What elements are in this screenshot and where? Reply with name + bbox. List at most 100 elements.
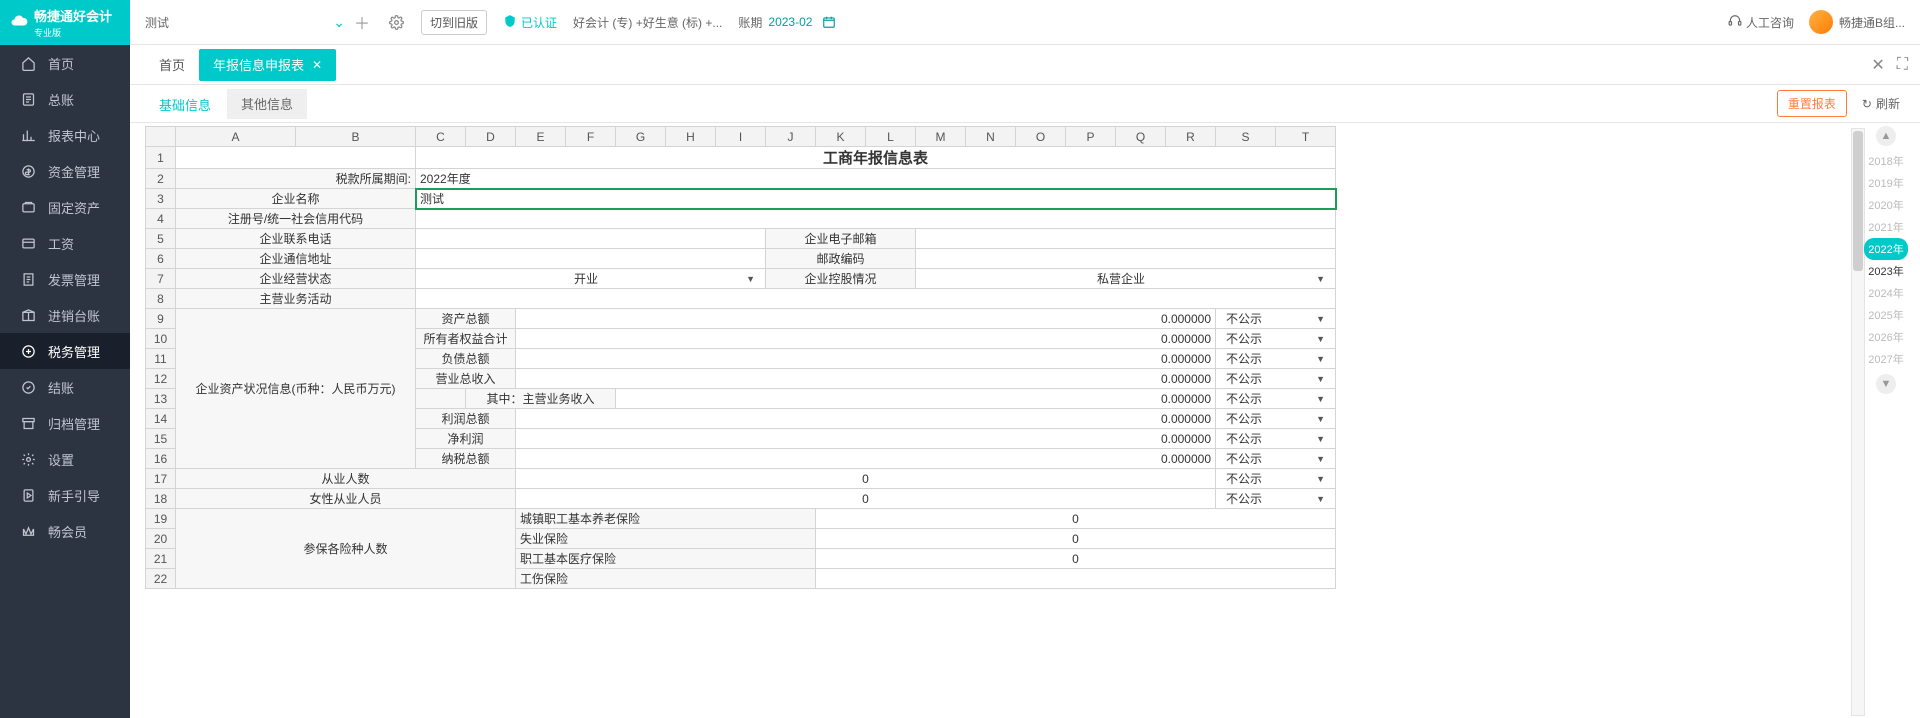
subtab-other[interactable]: 其他信息	[227, 89, 307, 119]
gear-icon[interactable]	[382, 8, 410, 36]
column-header[interactable]: F	[566, 127, 616, 147]
column-header[interactable]: H	[666, 127, 716, 147]
dropdown-cell[interactable]: 不公示▼	[1216, 309, 1336, 329]
cell[interactable]: 负债总额	[416, 349, 516, 369]
sidebar-item-asset[interactable]: 固定资产	[0, 189, 130, 225]
year-up-icon[interactable]: ▲	[1876, 126, 1896, 146]
cell[interactable]: 0.000000	[516, 349, 1216, 369]
year-2022年[interactable]: 2022年	[1864, 238, 1907, 260]
cell[interactable]	[416, 389, 466, 409]
row-header[interactable]: 7	[146, 269, 176, 289]
column-header[interactable]: L	[866, 127, 916, 147]
sidebar-item-tax[interactable]: 税务管理	[0, 333, 130, 369]
row-header[interactable]: 21	[146, 549, 176, 569]
cell[interactable]: 0.000000	[516, 329, 1216, 349]
sidebar-item-fund[interactable]: 资金管理	[0, 153, 130, 189]
cell[interactable]: 女性从业人员	[176, 489, 516, 509]
cell[interactable]: 0.000000	[616, 389, 1216, 409]
row-header[interactable]: 14	[146, 409, 176, 429]
sidebar-item-inventory[interactable]: 进销台账	[0, 297, 130, 333]
year-2023年[interactable]: 2023年	[1864, 260, 1907, 282]
row-header[interactable]: 5	[146, 229, 176, 249]
cell[interactable]	[416, 289, 1336, 309]
row-header[interactable]: 18	[146, 489, 176, 509]
cell[interactable]	[916, 249, 1336, 269]
chevron-down-icon[interactable]: ▼	[1316, 394, 1325, 404]
chevron-down-icon[interactable]: ▼	[1316, 494, 1325, 504]
dropdown-cell[interactable]: 不公示▼	[1216, 469, 1336, 489]
cell[interactable]	[176, 147, 416, 169]
user-menu[interactable]: 畅捷通B组...	[1809, 10, 1905, 34]
calendar-icon[interactable]	[815, 8, 843, 36]
column-header[interactable]: G	[616, 127, 666, 147]
dropdown-cell[interactable]: 私营企业▼	[916, 269, 1336, 289]
vertical-scrollbar[interactable]	[1851, 128, 1865, 716]
chevron-down-icon[interactable]: ▼	[1316, 334, 1325, 344]
cell[interactable]: 邮政编码	[766, 249, 916, 269]
add-icon[interactable]: ＋	[348, 8, 376, 36]
row-header[interactable]: 3	[146, 189, 176, 209]
row-header[interactable]: 19	[146, 509, 176, 529]
year-2027年[interactable]: 2027年	[1864, 348, 1907, 370]
chevron-down-icon[interactable]: ▼	[1316, 374, 1325, 384]
scrollbar-thumb[interactable]	[1853, 131, 1863, 271]
cell[interactable]: 0	[816, 509, 1336, 529]
cell[interactable]: 企业电子邮箱	[766, 229, 916, 249]
company-selector[interactable]: 测试 ⌄	[145, 8, 345, 36]
chevron-down-icon[interactable]: ▼	[1316, 274, 1325, 284]
cell[interactable]: 工伤保险	[516, 569, 816, 589]
dropdown-cell[interactable]: 不公示▼	[1216, 329, 1336, 349]
cell[interactable]: 失业保险	[516, 529, 816, 549]
cell[interactable]: 企业通信地址	[176, 249, 416, 269]
row-header[interactable]: 1	[146, 147, 176, 169]
row-header[interactable]: 15	[146, 429, 176, 449]
year-2020年[interactable]: 2020年	[1864, 194, 1907, 216]
support-link[interactable]: 人工咨询	[1728, 14, 1794, 31]
cell[interactable]: 纳税总额	[416, 449, 516, 469]
cell[interactable]: 企业名称	[176, 189, 416, 209]
cell[interactable]: 职工基本医疗保险	[516, 549, 816, 569]
cell[interactable]: 所有者权益合计	[416, 329, 516, 349]
cell[interactable]: 企业资产状况信息(币种：人民币万元)	[176, 309, 416, 469]
chevron-down-icon[interactable]: ▼	[1316, 414, 1325, 424]
row-header[interactable]: 22	[146, 569, 176, 589]
row-header[interactable]: 16	[146, 449, 176, 469]
cell[interactable]: 营业总收入	[416, 369, 516, 389]
sidebar-item-salary[interactable]: 工资	[0, 225, 130, 261]
column-header[interactable]: Q	[1116, 127, 1166, 147]
column-header[interactable]: P	[1066, 127, 1116, 147]
column-header[interactable]: A	[176, 127, 296, 147]
chevron-down-icon[interactable]: ▼	[1316, 474, 1325, 484]
column-header[interactable]: E	[516, 127, 566, 147]
brand-logo[interactable]: 畅捷通好会计 专业版	[0, 0, 130, 45]
close-icon[interactable]: ✕	[312, 58, 322, 72]
column-header[interactable]: C	[416, 127, 466, 147]
sidebar-item-ledger[interactable]: 总账	[0, 81, 130, 117]
cell[interactable]: 参保各险种人数	[176, 509, 516, 589]
fullscreen-icon[interactable]: ⛶	[1897, 56, 1908, 74]
chevron-down-icon[interactable]: ▼	[1316, 454, 1325, 464]
cell[interactable]: 企业控股情况	[766, 269, 916, 289]
row-header[interactable]: 10	[146, 329, 176, 349]
row-header[interactable]: 20	[146, 529, 176, 549]
cell[interactable]: 净利润	[416, 429, 516, 449]
cell[interactable]: 0	[516, 489, 1216, 509]
year-2026年[interactable]: 2026年	[1864, 326, 1907, 348]
chevron-down-icon[interactable]: ▼	[1316, 314, 1325, 324]
sidebar-item-settings[interactable]: 设置	[0, 441, 130, 477]
row-header[interactable]: 11	[146, 349, 176, 369]
sidebar-item-archive[interactable]: 归档管理	[0, 405, 130, 441]
spreadsheet[interactable]: ABCDEFGHIJKLMNOPQRST1工商年报信息表2税款所属期间:2022…	[145, 126, 1860, 718]
sidebar-item-home[interactable]: 首页	[0, 45, 130, 81]
dropdown-cell[interactable]: 不公示▼	[1216, 449, 1336, 469]
dropdown-cell[interactable]: 不公示▼	[1216, 389, 1336, 409]
cell[interactable]: 资产总额	[416, 309, 516, 329]
cell[interactable]: 0	[816, 529, 1336, 549]
period-value[interactable]: 2023-02	[768, 15, 812, 29]
cell[interactable]: 利润总额	[416, 409, 516, 429]
sidebar-item-report[interactable]: 报表中心	[0, 117, 130, 153]
column-header[interactable]: K	[816, 127, 866, 147]
year-2021年[interactable]: 2021年	[1864, 216, 1907, 238]
year-2025年[interactable]: 2025年	[1864, 304, 1907, 326]
cell[interactable]: 0.000000	[516, 409, 1216, 429]
